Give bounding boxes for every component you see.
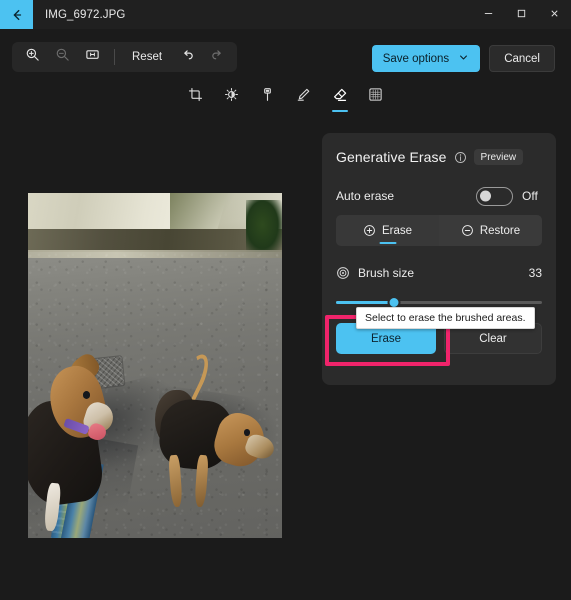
brush-size-row: Brush size 33 [336,266,542,280]
title-bar: IMG_6972.JPG [0,0,571,29]
minimize-button[interactable] [472,0,505,29]
slider-fill [336,300,394,304]
brush-size-value: 33 [528,266,542,280]
mode-erase-label: Erase [381,224,413,237]
top-toolbar: Reset Save options Cancel [0,29,571,81]
zoom-in-button[interactable] [18,45,46,69]
tool-erase[interactable] [324,83,356,111]
minus-circle-icon [461,224,474,237]
photo-content [28,193,282,538]
info-icon[interactable] [454,151,467,164]
auto-erase-state: Off [522,189,538,203]
save-options-label: Save options [382,52,450,65]
tool-markup[interactable] [288,83,320,111]
cancel-button[interactable]: Cancel [489,45,555,72]
save-options-button[interactable]: Save options [371,45,481,72]
zoom-in-icon [25,47,40,67]
maximize-icon [516,6,527,24]
tool-adjustment[interactable] [216,83,248,111]
window-controls [472,0,571,29]
preview-badge: Preview [473,149,524,165]
filter-icon [260,87,275,107]
zoom-toolbar: Reset [12,42,238,72]
photos-editor-window: IMG_6972.JPG Reset Save options Cancel G… [0,0,571,600]
reset-button[interactable]: Reset [123,45,171,69]
panel-header: Generative Erase Preview [336,149,524,165]
toolbar-divider [114,49,115,65]
mode-restore-tab[interactable]: Restore [439,215,542,246]
redo-button[interactable] [203,45,231,69]
tool-background[interactable] [360,83,392,111]
undo-button[interactable] [173,45,201,69]
toggle-knob [480,190,491,202]
erase-icon [332,87,348,108]
brush-size-icon [336,266,350,280]
edited-photo[interactable] [28,193,282,538]
fit-to-window-button[interactable] [78,45,106,69]
auto-erase-row: Auto erase Off [336,185,542,207]
close-icon [549,6,560,24]
undo-icon [180,47,195,67]
maximize-button[interactable] [505,0,538,29]
pen-markup-icon [296,87,311,107]
auto-erase-label: Auto erase [336,189,395,203]
zoom-out-icon [55,47,70,67]
fit-to-window-icon [85,47,100,67]
mode-segmented-control: Erase Restore [336,215,542,246]
background-icon [368,87,383,107]
tool-crop[interactable] [180,83,212,111]
brightness-icon [224,87,239,107]
tool-filter[interactable] [252,83,284,111]
back-button[interactable] [0,0,33,29]
mode-erase-tab[interactable]: Erase [336,215,439,246]
crop-icon [188,87,203,107]
erase-button-tooltip: Select to erase the brushed areas. [356,307,535,329]
brush-size-label: Brush size [358,266,415,280]
auto-erase-toggle[interactable] [476,186,513,206]
photo-canvas[interactable] [0,112,311,600]
back-arrow-icon [10,8,24,22]
zoom-out-button[interactable] [48,45,76,69]
minimize-icon [483,6,494,24]
mode-restore-label: Restore [479,224,521,237]
plus-circle-icon [363,224,376,237]
panel-title: Generative Erase [336,149,447,165]
action-buttons: Save options Cancel [371,45,555,72]
window-title: IMG_6972.JPG [45,8,126,21]
close-button[interactable] [538,0,571,29]
generative-erase-panel: Generative Erase Preview Auto erase Off [322,133,556,385]
redo-icon [210,47,225,67]
chevron-down-icon [458,51,469,66]
edit-tools-strip [0,82,571,112]
